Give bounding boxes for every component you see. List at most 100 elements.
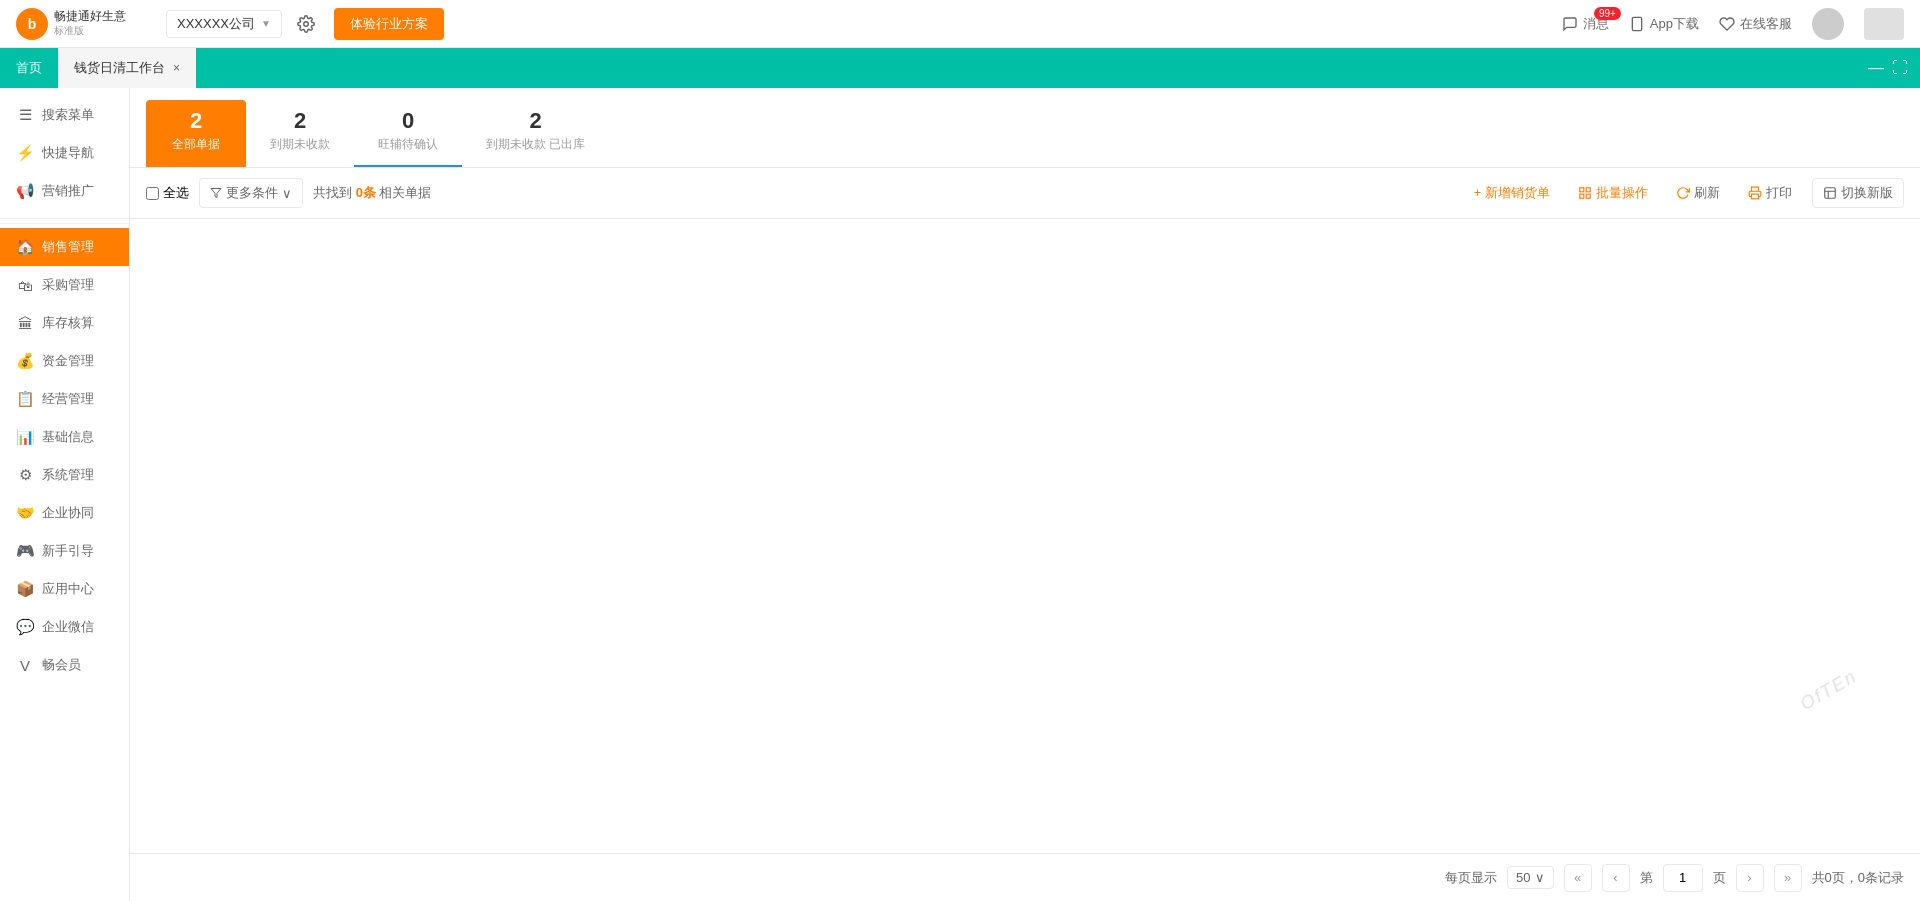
per-page-select[interactable]: 50 ∨ bbox=[1507, 866, 1553, 889]
message-button[interactable]: 消息 99+ bbox=[1562, 15, 1609, 33]
sidebar-operations-label: 经营管理 bbox=[42, 390, 94, 408]
sidebar-item-wechat[interactable]: 💬 企业微信 bbox=[0, 608, 129, 646]
operations-icon: 📋 bbox=[16, 390, 34, 408]
page-number-input[interactable] bbox=[1663, 864, 1703, 892]
per-page-value: 50 bbox=[1516, 870, 1530, 885]
filter-icon bbox=[210, 187, 222, 199]
sidebar-item-inventory[interactable]: 🏛 库存核算 bbox=[0, 304, 129, 342]
last-page-button[interactable]: » bbox=[1774, 864, 1802, 892]
page-suffix-label: 页 bbox=[1713, 869, 1726, 887]
batch-icon bbox=[1578, 186, 1592, 200]
enterprise-icon: 🤝 bbox=[16, 504, 34, 522]
sidebar-item-basic[interactable]: 📊 基础信息 bbox=[0, 418, 129, 456]
trial-button[interactable]: 体验行业方案 bbox=[334, 8, 444, 40]
next-page-button[interactable]: › bbox=[1736, 864, 1764, 892]
sidebar-item-appcenter[interactable]: 📦 应用中心 bbox=[0, 570, 129, 608]
sidebar-item-operations[interactable]: 📋 经营管理 bbox=[0, 380, 129, 418]
svg-rect-1 bbox=[1632, 17, 1641, 30]
overdue-out-count: 2 bbox=[530, 108, 542, 134]
filter-button[interactable]: 更多条件 ∨ bbox=[199, 178, 303, 208]
tab-bar-right: — ⛶ bbox=[1868, 59, 1920, 77]
app-download-button[interactable]: App下载 bbox=[1629, 15, 1699, 33]
stat-tab-overdue[interactable]: 2 到期未收款 bbox=[246, 100, 354, 167]
sidebar-member-label: 畅会员 bbox=[42, 656, 81, 674]
pending-label: 旺辅待确认 bbox=[378, 136, 438, 153]
svg-point-0 bbox=[304, 21, 309, 26]
batch-button[interactable]: 批量操作 bbox=[1570, 179, 1656, 207]
overdue-label: 到期未收款 bbox=[270, 136, 330, 153]
batch-label: 批量操作 bbox=[1596, 184, 1648, 202]
company-name: XXXXXX公司 bbox=[177, 15, 255, 33]
pending-count: 0 bbox=[402, 108, 414, 134]
stats-tabs: 2 全部单据 2 到期未收款 0 旺辅待确认 2 到期未收款 已出库 bbox=[130, 88, 1920, 168]
company-selector[interactable]: XXXXXX公司 ▼ bbox=[166, 10, 282, 38]
select-all-checkbox[interactable]: 全选 bbox=[146, 184, 189, 202]
top-header: b 畅捷通好生意 标准版 XXXXXX公司 ▼ 体验行业方案 消息 99+ bbox=[0, 0, 1920, 48]
sidebar-item-purchase[interactable]: 🛍 采购管理 bbox=[0, 266, 129, 304]
result-text: 共找到 0条 相关单据 bbox=[313, 184, 431, 202]
stat-tab-pending[interactable]: 0 旺辅待确认 bbox=[354, 100, 462, 167]
tab-maximize-icon[interactable]: ⛶ bbox=[1892, 59, 1908, 77]
sidebar-item-marketing[interactable]: 📢 营销推广 bbox=[0, 172, 129, 210]
capital-icon: 💰 bbox=[16, 352, 34, 370]
print-icon bbox=[1748, 186, 1762, 200]
avatar[interactable] bbox=[1812, 8, 1844, 40]
sidebar-search-label: 搜索菜单 bbox=[42, 106, 94, 124]
sidebar-appcenter-label: 应用中心 bbox=[42, 580, 94, 598]
toolbar: 全选 更多条件 ∨ 共找到 0条 相关单据 + 新增销货单 bbox=[130, 168, 1920, 219]
tab-home[interactable]: 首页 bbox=[0, 48, 58, 88]
new-order-button[interactable]: + 新增销货单 bbox=[1466, 179, 1558, 207]
select-all-input[interactable] bbox=[146, 187, 159, 200]
result-count: 0条 bbox=[356, 185, 376, 200]
refresh-button[interactable]: 刷新 bbox=[1668, 179, 1728, 207]
stat-tab-overdue-out[interactable]: 2 到期未收款 已出库 bbox=[462, 100, 609, 167]
sidebar-purchase-label: 采购管理 bbox=[42, 276, 94, 294]
quick-nav-icon: ⚡ bbox=[16, 144, 34, 162]
settings-button[interactable] bbox=[290, 8, 322, 40]
sidebar-guide-label: 新手引导 bbox=[42, 542, 94, 560]
sidebar-item-sales[interactable]: 🏠 销售管理 bbox=[0, 228, 129, 266]
toolbar-right: + 新增销货单 批量操作 刷新 bbox=[1466, 178, 1904, 208]
page-prefix-label: 第 bbox=[1640, 869, 1653, 887]
prev-page-button[interactable]: ‹ bbox=[1602, 864, 1630, 892]
sales-icon: 🏠 bbox=[16, 238, 34, 256]
all-count: 2 bbox=[190, 108, 202, 134]
basic-icon: 📊 bbox=[16, 428, 34, 446]
total-records-label: 共0页，0条记录 bbox=[1812, 869, 1904, 887]
switch-icon bbox=[1823, 186, 1837, 200]
username-area bbox=[1864, 8, 1904, 40]
stat-tab-all[interactable]: 2 全部单据 bbox=[146, 100, 246, 167]
pagination-bar: 每页显示 50 ∨ « ‹ 第 页 › » 共0页，0条记录 bbox=[130, 853, 1920, 901]
search-icon: ☰ bbox=[16, 106, 34, 124]
tab-minimize-icon[interactable]: — bbox=[1868, 59, 1884, 77]
logo-area: b 畅捷通好生意 标准版 bbox=[16, 8, 146, 40]
sidebar-item-capital[interactable]: 💰 资金管理 bbox=[0, 342, 129, 380]
switch-label: 切换新版 bbox=[1841, 184, 1893, 202]
sidebar-item-member[interactable]: V 畅会员 bbox=[0, 646, 129, 684]
per-page-label: 每页显示 bbox=[1445, 869, 1497, 887]
sidebar-marketing-label: 营销推广 bbox=[42, 182, 94, 200]
overdue-out-label: 到期未收款 已出库 bbox=[486, 136, 585, 153]
first-page-button[interactable]: « bbox=[1564, 864, 1592, 892]
sidebar-item-guide[interactable]: 🎮 新手引导 bbox=[0, 532, 129, 570]
sidebar-item-enterprise[interactable]: 🤝 企业协同 bbox=[0, 494, 129, 532]
sidebar-item-quick-nav[interactable]: ⚡ 快捷导航 bbox=[0, 134, 129, 172]
online-support-label: 在线客服 bbox=[1740, 15, 1792, 33]
sidebar-item-system[interactable]: ⚙ 系统管理 bbox=[0, 456, 129, 494]
svg-rect-10 bbox=[1825, 188, 1836, 199]
overdue-count: 2 bbox=[294, 108, 306, 134]
tab-close-icon[interactable]: × bbox=[173, 61, 180, 75]
app-download-label: App下载 bbox=[1650, 15, 1699, 33]
sidebar-item-search[interactable]: ☰ 搜索菜单 bbox=[0, 96, 129, 134]
purchase-icon: 🛍 bbox=[16, 277, 34, 294]
online-support-button[interactable]: 在线客服 bbox=[1719, 15, 1792, 33]
main-layout: ☰ 搜索菜单 ⚡ 快捷导航 📢 营销推广 🏠 销售管理 🛍 采购管理 🏛 库存核… bbox=[0, 88, 1920, 901]
appcenter-icon: 📦 bbox=[16, 580, 34, 598]
sidebar-sales-label: 销售管理 bbox=[42, 238, 94, 256]
sidebar: ☰ 搜索菜单 ⚡ 快捷导航 📢 营销推广 🏠 销售管理 🛍 采购管理 🏛 库存核… bbox=[0, 88, 130, 901]
print-button[interactable]: 打印 bbox=[1740, 179, 1800, 207]
switch-version-button[interactable]: 切换新版 bbox=[1812, 178, 1904, 208]
refresh-label: 刷新 bbox=[1694, 184, 1720, 202]
tab-qianhuoriqing[interactable]: 钱货日清工作台 × bbox=[58, 48, 196, 88]
tab-home-label: 首页 bbox=[16, 59, 42, 77]
